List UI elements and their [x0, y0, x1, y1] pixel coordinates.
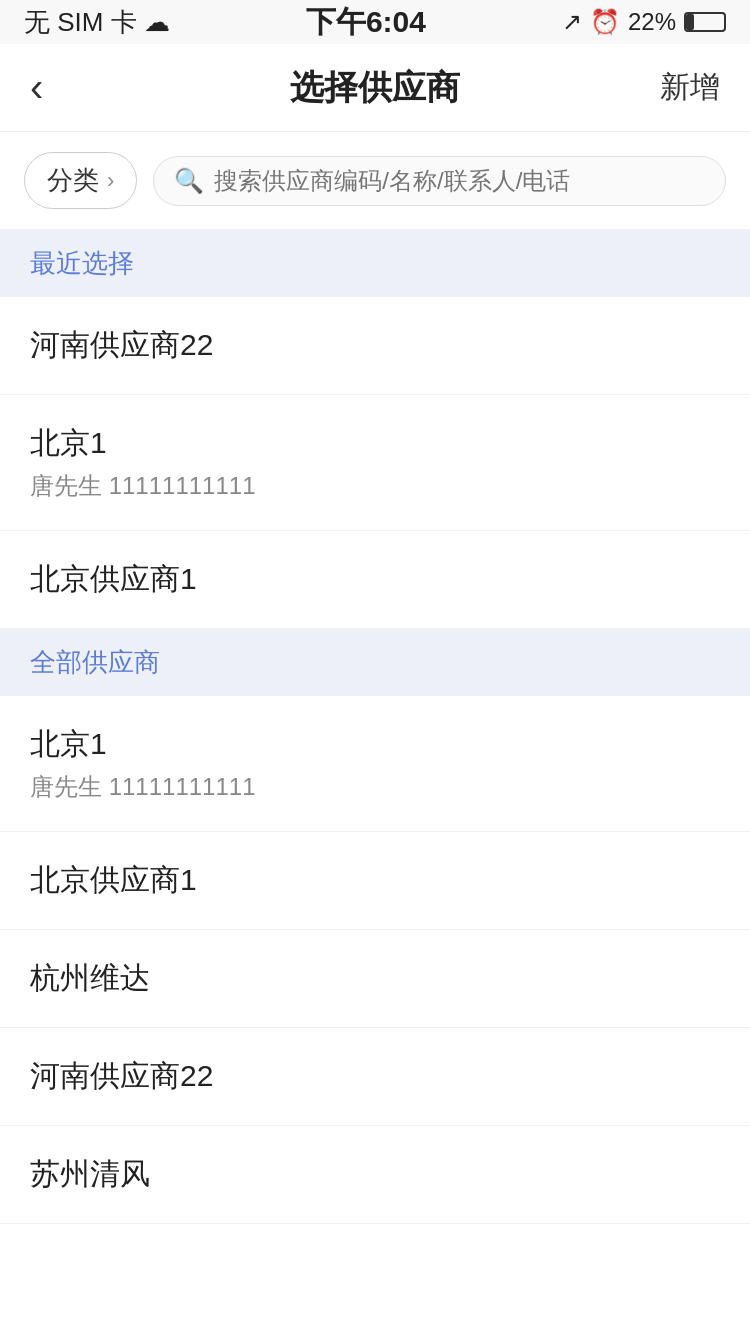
search-box: 🔍 — [153, 156, 726, 206]
location-icon: ↗ — [562, 8, 582, 36]
sim-status: 无 SIM 卡 ☁ — [24, 5, 170, 40]
nav-bar: ‹ 选择供应商 新增 — [0, 44, 750, 132]
item-name: 河南供应商22 — [30, 1056, 720, 1097]
item-name: 北京供应商1 — [30, 559, 720, 600]
all-section-header: 全部供应商 — [0, 629, 750, 696]
recent-section-header: 最近选择 — [0, 230, 750, 297]
status-left: 无 SIM 卡 ☁ — [24, 5, 170, 40]
chevron-right-icon: › — [107, 168, 114, 194]
search-input[interactable] — [214, 167, 705, 195]
list-item[interactable]: 北京供应商1 — [0, 832, 750, 930]
status-right: ↗ ⏰ 22% — [562, 8, 726, 36]
status-bar: 无 SIM 卡 ☁ 下午6:04 ↗ ⏰ 22% — [0, 0, 750, 44]
back-button[interactable]: ‹ — [30, 65, 90, 110]
recent-list: 河南供应商22 北京1 唐先生 11111111111 北京供应商1 — [0, 297, 750, 629]
clock-icon: ⏰ — [590, 8, 620, 36]
battery-icon — [684, 12, 726, 32]
recent-section-label: 最近选择 — [30, 248, 134, 278]
item-name: 北京供应商1 — [30, 860, 720, 901]
status-time: 下午6:04 — [306, 2, 426, 43]
add-button[interactable]: 新增 — [660, 67, 720, 108]
item-name: 北京1 — [30, 724, 720, 765]
filter-bar: 分类 › 🔍 — [0, 132, 750, 230]
list-item[interactable]: 河南供应商22 — [0, 297, 750, 395]
search-icon: 🔍 — [174, 167, 204, 195]
category-button[interactable]: 分类 › — [24, 152, 137, 209]
item-sub: 唐先生 11111111111 — [30, 470, 720, 502]
list-item[interactable]: 北京供应商1 — [0, 531, 750, 629]
item-sub: 唐先生 11111111111 — [30, 771, 720, 803]
list-item[interactable]: 北京1 唐先生 11111111111 — [0, 696, 750, 832]
page-title: 选择供应商 — [290, 65, 460, 111]
item-name: 杭州维达 — [30, 958, 720, 999]
list-item[interactable]: 苏州清风 — [0, 1126, 750, 1224]
all-section-label: 全部供应商 — [30, 647, 160, 677]
item-name: 北京1 — [30, 423, 720, 464]
list-item[interactable]: 河南供应商22 — [0, 1028, 750, 1126]
list-item[interactable]: 杭州维达 — [0, 930, 750, 1028]
list-item[interactable]: 北京1 唐先生 11111111111 — [0, 395, 750, 531]
battery-percent: 22% — [628, 8, 676, 36]
all-list: 北京1 唐先生 11111111111 北京供应商1 杭州维达河南供应商22 苏州清风 — [0, 696, 750, 1224]
item-name: 苏州清风 — [30, 1154, 720, 1195]
category-label: 分类 — [47, 163, 99, 198]
item-name: 河南供应商22 — [30, 325, 720, 366]
